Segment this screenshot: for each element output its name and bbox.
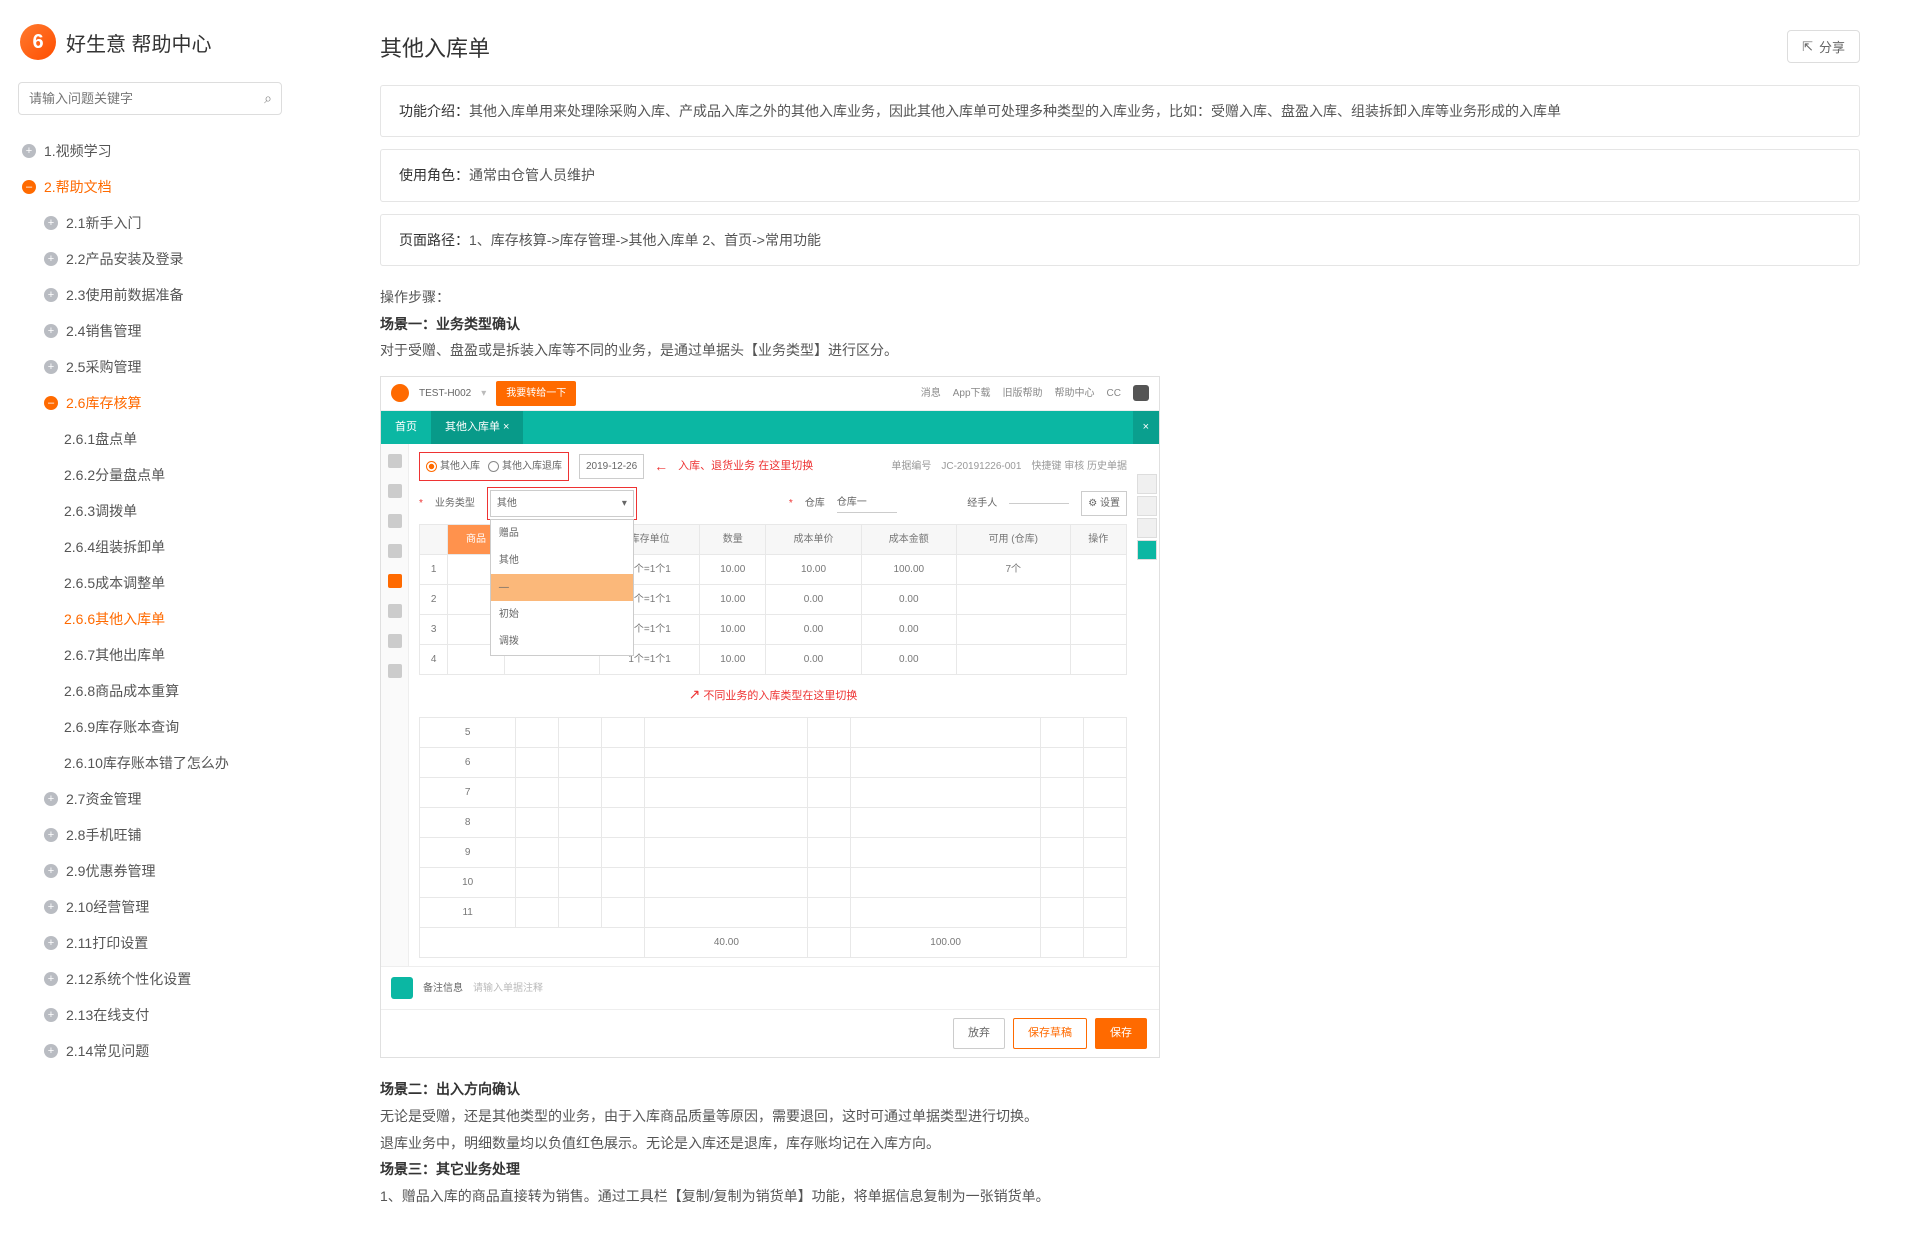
- ss-doctype-switch: 其他入库 其他入库退库: [419, 452, 569, 481]
- nav-item[interactable]: 2.6.5成本调整单: [8, 565, 292, 601]
- nav-item[interactable]: 2.6.9库存账本查询: [8, 709, 292, 745]
- share-icon: ⇱: [1802, 39, 1813, 55]
- intro-box: 功能介绍：其他入库单用来处理除采购入库、产成品入库之外的其他入库业务，因此其他入…: [380, 85, 1860, 137]
- ss-tabs: 首页 其他入库单 × ×: [381, 411, 1159, 444]
- ss-left-rail: [381, 444, 409, 967]
- search-icon[interactable]: ⌕: [264, 90, 272, 107]
- search-input[interactable]: [18, 82, 282, 115]
- ss-top-button: 我要转给一下: [496, 381, 576, 406]
- nav-item[interactable]: +2.1新手入门: [8, 205, 292, 241]
- nav-item[interactable]: 2.6.10库存账本错了怎么办: [8, 745, 292, 781]
- memo-icon: [391, 977, 413, 999]
- main-content: 其他入库单 ⇱ 分享 功能介绍：其他入库单用来处理除采购入库、产成品入库之外的其…: [300, 0, 1920, 1249]
- nav-item[interactable]: +2.5采购管理: [8, 349, 292, 385]
- page-title: 其他入库单: [380, 31, 490, 63]
- ss-right-rail: [1137, 444, 1159, 967]
- nav-item[interactable]: +2.8手机旺铺: [8, 817, 292, 853]
- nav-item[interactable]: 2.6.1盘点单: [8, 421, 292, 457]
- article-body: 操作步骤： 场景一：业务类型确认 对于受赠、盘盈或是拆装入库等不同的业务，是通过…: [380, 284, 1860, 1209]
- ss-topbar: TEST-H002 ▾ 我要转给一下 消息App下载旧版帮助帮助中心CC: [381, 377, 1159, 411]
- nav-item[interactable]: +2.7资金管理: [8, 781, 292, 817]
- nav-item[interactable]: +2.9优惠券管理: [8, 853, 292, 889]
- logo-area: 6 好生意 帮助中心: [8, 18, 292, 78]
- path-box: 页面路径：1、库存核算->库存管理->其他入库单 2、首页->常用功能: [380, 214, 1860, 266]
- embedded-screenshot: TEST-H002 ▾ 我要转给一下 消息App下载旧版帮助帮助中心CC 首页 …: [380, 376, 1160, 1058]
- ss-footer: 放弃 保存草稿 保存: [381, 1009, 1159, 1057]
- nav-item[interactable]: +2.10经营管理: [8, 889, 292, 925]
- nav-item[interactable]: 2.6.8商品成本重算: [8, 673, 292, 709]
- nav-item[interactable]: +2.11打印设置: [8, 925, 292, 961]
- ss-biztype-dropdown: 其他▾ 赠品其他—初始调拨: [487, 487, 637, 520]
- nav-item[interactable]: +2.14常见问题: [8, 1033, 292, 1069]
- nav-item[interactable]: +2.2产品安装及登录: [8, 241, 292, 277]
- logo-icon: 6: [20, 24, 56, 60]
- nav-item[interactable]: –2.帮助文档: [8, 169, 292, 205]
- nav-item[interactable]: +2.13在线支付: [8, 997, 292, 1033]
- page-header: 其他入库单 ⇱ 分享: [380, 30, 1860, 63]
- nav-item[interactable]: 2.6.3调拨单: [8, 493, 292, 529]
- nav-item[interactable]: 2.6.2分量盘点单: [8, 457, 292, 493]
- nav-item[interactable]: –2.6库存核算: [8, 385, 292, 421]
- nav-item[interactable]: 2.6.4组装拆卸单: [8, 529, 292, 565]
- nav-item[interactable]: 2.6.7其他出库单: [8, 637, 292, 673]
- nav-item[interactable]: 2.6.6其他入库单: [8, 601, 292, 637]
- share-button[interactable]: ⇱ 分享: [1787, 30, 1860, 63]
- nav-item[interactable]: +2.4销售管理: [8, 313, 292, 349]
- nav-item[interactable]: +2.3使用前数据准备: [8, 277, 292, 313]
- sidebar: 6 好生意 帮助中心 ⌕ +1.视频学习–2.帮助文档+2.1新手入门+2.2产…: [0, 0, 300, 1249]
- search-box: ⌕: [18, 82, 282, 115]
- nav-item[interactable]: +1.视频学习: [8, 133, 292, 169]
- nav-tree: +1.视频学习–2.帮助文档+2.1新手入门+2.2产品安装及登录+2.3使用前…: [8, 133, 292, 1069]
- ss-memo: 备注信息 请输入单据注释: [381, 966, 1159, 1009]
- nav-item[interactable]: +2.12系统个性化设置: [8, 961, 292, 997]
- role-box: 使用角色：通常由仓管人员维护: [380, 149, 1860, 201]
- arrow-icon: ←: [654, 453, 668, 480]
- ss-logo-icon: [391, 384, 409, 402]
- site-name: 好生意 帮助中心: [66, 28, 212, 57]
